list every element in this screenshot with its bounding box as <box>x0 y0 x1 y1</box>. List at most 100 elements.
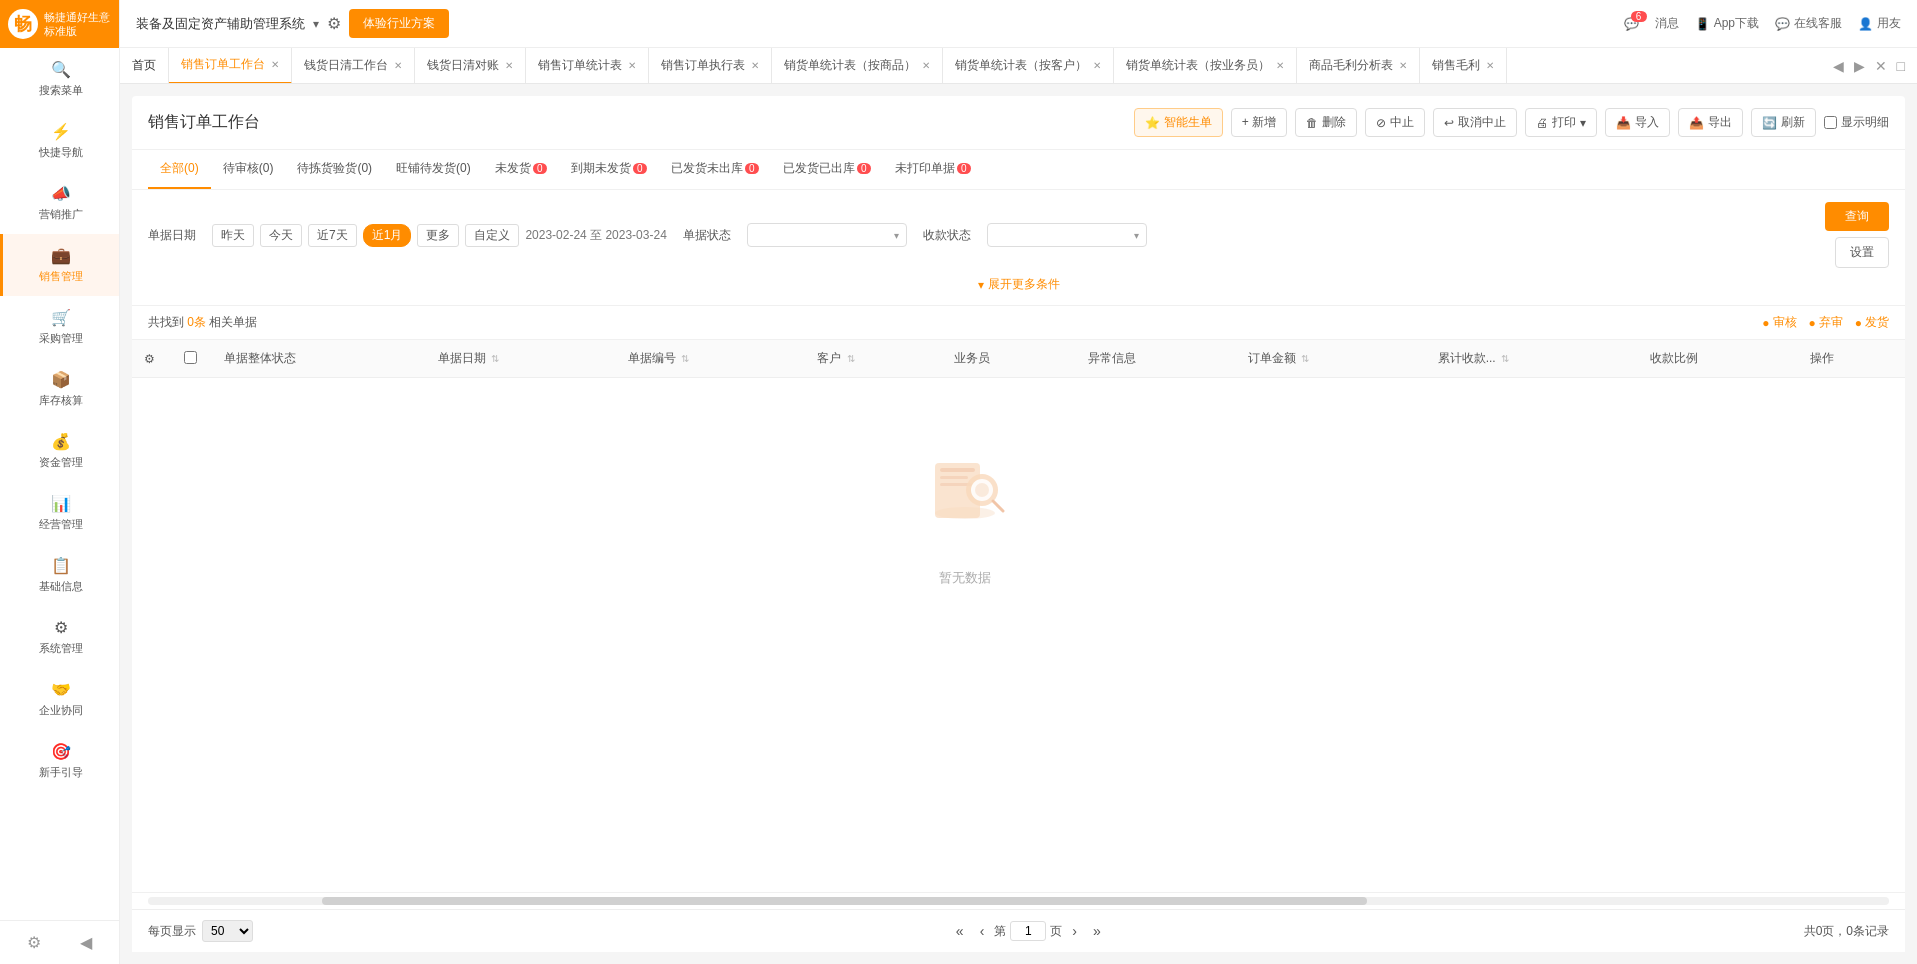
sidebar-item-marketing[interactable]: 📣 营销推广 <box>0 172 119 234</box>
sidebar-item-cooperation[interactable]: 🤝 企业协同 <box>0 668 119 730</box>
sub-tab-all[interactable]: 全部(0) <box>148 150 211 189</box>
smart-create-btn[interactable]: ⭐ 智能生单 <box>1134 108 1223 137</box>
stop-btn[interactable]: ⊘ 中止 <box>1365 108 1425 137</box>
tab-close-cash-daily[interactable]: ✕ <box>394 60 402 71</box>
header-settings-icon[interactable]: ⚙ <box>327 14 341 33</box>
show-detail-checkbox[interactable] <box>1824 116 1837 129</box>
date-custom-btn[interactable]: 自定义 <box>465 224 519 247</box>
tab-close-sales-exec[interactable]: ✕ <box>751 60 759 71</box>
message-btn[interactable]: 💬 6 <box>1624 17 1639 31</box>
prev-page-btn[interactable]: ‹ <box>974 921 991 941</box>
gear-icon[interactable]: ⚙ <box>144 352 155 366</box>
tab-cash-reconcile[interactable]: 钱货日清对账 ✕ <box>415 48 526 84</box>
sub-tab-overdue-not-shipped[interactable]: 到期未发货0 <box>559 150 659 189</box>
tab-close-sales-stat[interactable]: ✕ <box>628 60 636 71</box>
sidebar-item-sales[interactable]: 💼 销售管理 <box>0 234 119 296</box>
table-header-bar: 共找到 0条 相关单据 ● 审核 ● 弃审 <box>132 305 1905 340</box>
expand-filter-btn[interactable]: ▾ 展开更多条件 <box>978 276 1060 293</box>
sub-tab-not-printed[interactable]: 未打印单据0 <box>883 150 983 189</box>
tab-home[interactable]: 首页 <box>120 48 169 84</box>
sidebar-settings-btn[interactable]: ⚙ <box>23 929 45 956</box>
tab-maximize-btn[interactable]: □ <box>1893 54 1909 78</box>
sub-tab-pending-inspect[interactable]: 待拣货验货(0) <box>285 150 384 189</box>
payment-select[interactable] <box>987 223 1147 247</box>
date-1month-btn[interactable]: 近1月 <box>363 224 412 247</box>
sub-tab-wangpu-pending[interactable]: 旺铺待发货(0) <box>384 150 483 189</box>
revoke-btn[interactable]: ● 弃审 <box>1809 314 1843 331</box>
app-download-btn[interactable]: 📱 App下载 <box>1695 15 1759 32</box>
add-btn[interactable]: + 新增 <box>1231 108 1287 137</box>
col-action: 操作 <box>1798 340 1905 378</box>
tab-close-sales-profit[interactable]: ✕ <box>1486 60 1494 71</box>
basic-info-icon: 📋 <box>51 556 71 575</box>
tab-product-margin[interactable]: 商品毛利分析表 ✕ <box>1297 48 1420 84</box>
approve-btn[interactable]: ● 审核 <box>1762 314 1796 331</box>
col-received[interactable]: 累计收款... ⇅ <box>1426 340 1638 378</box>
sidebar-item-purchase[interactable]: 🛒 采购管理 <box>0 296 119 358</box>
tab-close-all-btn[interactable]: ✕ <box>1871 54 1891 78</box>
ship-btn[interactable]: ● 发货 <box>1855 314 1889 331</box>
query-btn[interactable]: 查询 <box>1825 202 1889 231</box>
status-select[interactable] <box>747 223 907 247</box>
user-menu-btn[interactable]: 👤 用友 <box>1858 15 1901 32</box>
date-yesterday-btn[interactable]: 昨天 <box>212 224 254 247</box>
tab-sales-exec[interactable]: 销售订单执行表 ✕ <box>649 48 772 84</box>
col-customer[interactable]: 客户 ⇅ <box>805 340 942 378</box>
tab-close-sales-by-staff[interactable]: ✕ <box>1276 60 1284 71</box>
header-dropdown-btn[interactable]: ▾ <box>313 17 319 31</box>
show-detail-checkbox-label[interactable]: 显示明细 <box>1824 114 1889 131</box>
tab-close-product-margin[interactable]: ✕ <box>1399 60 1407 71</box>
scroll-bar-thumb[interactable] <box>322 897 1367 905</box>
export-btn[interactable]: 📤 导出 <box>1678 108 1743 137</box>
sub-tab-pending-review[interactable]: 待审核(0) <box>211 150 286 189</box>
tab-close-sales-by-product[interactable]: ✕ <box>922 60 930 71</box>
tab-sales-stat[interactable]: 销售订单统计表 ✕ <box>526 48 649 84</box>
sub-tab-shipped-out[interactable]: 已发货已出库0 <box>771 150 883 189</box>
last-page-btn[interactable]: » <box>1087 921 1107 941</box>
cancel-stop-btn[interactable]: ↩ 取消中止 <box>1433 108 1517 137</box>
sidebar-item-quick-nav[interactable]: ⚡ 快捷导航 <box>0 110 119 172</box>
sub-tab-shipped-not-out[interactable]: 已发货未出库0 <box>659 150 771 189</box>
delete-btn[interactable]: 🗑 删除 <box>1295 108 1357 137</box>
sidebar-item-operations[interactable]: 📊 经营管理 <box>0 482 119 544</box>
tab-close-sales-by-customer[interactable]: ✕ <box>1093 60 1101 71</box>
select-all-checkbox[interactable] <box>184 351 197 364</box>
tab-sales-by-product[interactable]: 销货单统计表（按商品） ✕ <box>772 48 943 84</box>
sidebar-item-system[interactable]: ⚙ 系统管理 <box>0 606 119 668</box>
page-input[interactable] <box>1010 921 1046 941</box>
sidebar-item-finance[interactable]: 💰 资金管理 <box>0 420 119 482</box>
refresh-btn[interactable]: 🔄 刷新 <box>1751 108 1816 137</box>
tab-close-sales-workbench[interactable]: ✕ <box>271 59 279 70</box>
filter-settings-btn[interactable]: 设置 <box>1835 237 1889 268</box>
tab-close-cash-reconcile[interactable]: ✕ <box>505 60 513 71</box>
col-date[interactable]: 单据日期 ⇅ <box>426 340 616 378</box>
date-more-btn[interactable]: 更多 <box>417 224 459 247</box>
per-page-select[interactable]: 20 50 100 <box>202 920 253 942</box>
tab-sales-workbench[interactable]: 销售订单工作台 ✕ <box>169 48 292 84</box>
sidebar-item-basic-info[interactable]: 📋 基础信息 <box>0 544 119 606</box>
sidebar-item-search[interactable]: 🔍 搜索菜单 <box>0 48 119 110</box>
tab-cash-daily[interactable]: 钱货日清工作台 ✕ <box>292 48 415 84</box>
date-today-btn[interactable]: 今天 <box>260 224 302 247</box>
col-staff[interactable]: 业务员 <box>942 340 1076 378</box>
col-amount[interactable]: 订单金额 ⇅ <box>1236 340 1426 378</box>
tab-sales-by-customer[interactable]: 销货单统计表（按客户） ✕ <box>943 48 1114 84</box>
next-page-btn[interactable]: › <box>1066 921 1083 941</box>
tab-prev-btn[interactable]: ◀ <box>1829 54 1848 78</box>
scroll-bar-track[interactable] <box>148 897 1889 905</box>
first-page-btn[interactable]: « <box>950 921 970 941</box>
sub-tab-not-shipped[interactable]: 未发货0 <box>483 150 559 189</box>
tab-sales-profit[interactable]: 销售毛利 ✕ <box>1420 48 1507 84</box>
sidebar-item-guide[interactable]: 🎯 新手引导 <box>0 730 119 792</box>
print-btn[interactable]: 🖨 打印 ▾ <box>1525 108 1597 137</box>
payment-select-wrapper <box>987 223 1147 247</box>
online-service-btn[interactable]: 💬 在线客服 <box>1775 15 1842 32</box>
sidebar-collapse-btn[interactable]: ◀ <box>76 929 96 956</box>
import-btn[interactable]: 📥 导入 <box>1605 108 1670 137</box>
col-number[interactable]: 单据编号 ⇅ <box>616 340 806 378</box>
experience-btn[interactable]: 体验行业方案 <box>349 9 449 38</box>
date-7days-btn[interactable]: 近7天 <box>308 224 357 247</box>
tab-next-btn[interactable]: ▶ <box>1850 54 1869 78</box>
tab-sales-by-staff[interactable]: 销货单统计表（按业务员） ✕ <box>1114 48 1297 84</box>
sidebar-item-inventory[interactable]: 📦 库存核算 <box>0 358 119 420</box>
